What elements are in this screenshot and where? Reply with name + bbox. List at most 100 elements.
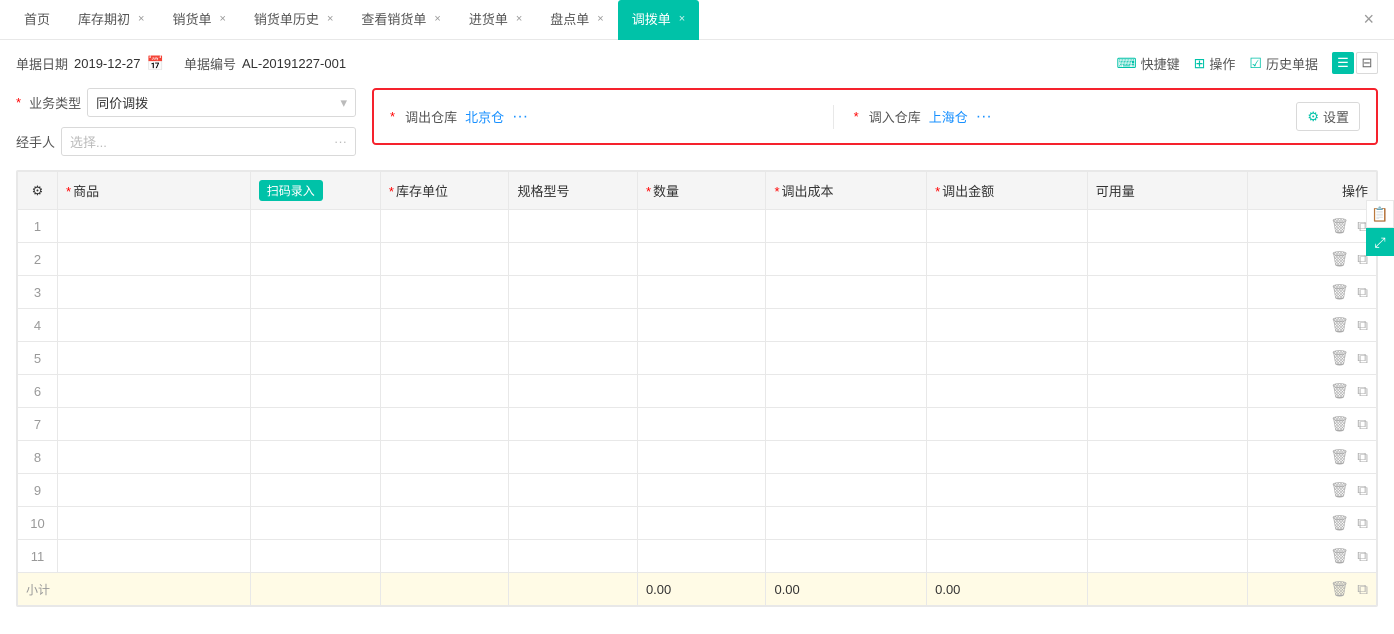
- tab-close-sales-order[interactable]: ×: [219, 13, 225, 25]
- row-spec[interactable]: [509, 474, 638, 507]
- row-cost[interactable]: [766, 276, 927, 309]
- row-product[interactable]: [58, 507, 251, 540]
- row-amount[interactable]: [927, 309, 1088, 342]
- row-cost[interactable]: [766, 507, 927, 540]
- row-product[interactable]: [58, 309, 251, 342]
- scan-button[interactable]: 扫码录入: [259, 180, 323, 201]
- row-product[interactable]: [58, 441, 251, 474]
- tab-close-inventory-check[interactable]: ×: [597, 13, 603, 25]
- row-qty[interactable]: [637, 309, 766, 342]
- layout-grid-button[interactable]: ⊟: [1356, 52, 1378, 74]
- row-amount[interactable]: [927, 210, 1088, 243]
- row-unit[interactable]: [380, 540, 509, 573]
- sidebar-note-button[interactable]: 📋: [1366, 200, 1394, 228]
- delete-icon[interactable]: 🗑: [1330, 382, 1349, 400]
- tab-home[interactable]: 首页: [10, 0, 64, 40]
- row-spec[interactable]: [509, 408, 638, 441]
- row-spec[interactable]: [509, 375, 638, 408]
- person-input[interactable]: 选择... ···: [61, 127, 356, 156]
- row-amount[interactable]: [927, 276, 1088, 309]
- row-qty[interactable]: [637, 342, 766, 375]
- row-product[interactable]: [58, 408, 251, 441]
- row-qty[interactable]: [637, 210, 766, 243]
- row-amount[interactable]: [927, 408, 1088, 441]
- delete-icon[interactable]: 🗑: [1330, 316, 1349, 334]
- subtotal-delete-icon[interactable]: 🗑: [1330, 580, 1349, 598]
- row-amount[interactable]: [927, 342, 1088, 375]
- copy-icon[interactable]: ⧉: [1357, 416, 1368, 433]
- tab-sales-history[interactable]: 销货单历史 ×: [240, 0, 347, 40]
- row-amount[interactable]: [927, 375, 1088, 408]
- layout-list-button[interactable]: ☰: [1332, 52, 1354, 74]
- warehouse-out-more-icon[interactable]: ···: [512, 108, 528, 126]
- row-qty[interactable]: [637, 441, 766, 474]
- row-product[interactable]: [58, 375, 251, 408]
- settings-button[interactable]: ⚙ 设置: [1296, 102, 1360, 131]
- row-amount[interactable]: [927, 540, 1088, 573]
- row-amount[interactable]: [927, 441, 1088, 474]
- row-product[interactable]: [58, 540, 251, 573]
- row-amount[interactable]: [927, 474, 1088, 507]
- row-qty[interactable]: [637, 276, 766, 309]
- row-cost[interactable]: [766, 243, 927, 276]
- row-product[interactable]: [58, 243, 251, 276]
- row-cost[interactable]: [766, 210, 927, 243]
- tab-view-sales[interactable]: 查看销货单 ×: [347, 0, 454, 40]
- delete-icon[interactable]: 🗑: [1330, 514, 1349, 532]
- row-product[interactable]: [58, 276, 251, 309]
- sidebar-expand-button[interactable]: ⤢: [1366, 228, 1394, 256]
- tab-close-purchase[interactable]: ×: [516, 13, 522, 25]
- row-unit[interactable]: [380, 243, 509, 276]
- business-type-input[interactable]: 同价调拨 ▾: [87, 88, 356, 117]
- copy-icon[interactable]: ⧉: [1357, 383, 1368, 400]
- delete-icon[interactable]: 🗑: [1330, 349, 1349, 367]
- row-unit[interactable]: [380, 342, 509, 375]
- row-spec[interactable]: [509, 243, 638, 276]
- tab-transfer[interactable]: 调拨单 ×: [618, 0, 699, 40]
- row-spec[interactable]: [509, 309, 638, 342]
- copy-icon[interactable]: ⧉: [1357, 548, 1368, 565]
- row-cost[interactable]: [766, 441, 927, 474]
- row-spec[interactable]: [509, 342, 638, 375]
- row-unit[interactable]: [380, 441, 509, 474]
- delete-icon[interactable]: 🗑: [1330, 448, 1349, 466]
- row-unit[interactable]: [380, 507, 509, 540]
- th-settings[interactable]: ⚙: [18, 172, 58, 210]
- row-spec[interactable]: [509, 540, 638, 573]
- row-qty[interactable]: [637, 408, 766, 441]
- tab-close-sales-history[interactable]: ×: [327, 13, 333, 25]
- row-qty[interactable]: [637, 540, 766, 573]
- row-product[interactable]: [58, 342, 251, 375]
- row-cost[interactable]: [766, 540, 927, 573]
- row-unit[interactable]: [380, 375, 509, 408]
- row-unit[interactable]: [380, 474, 509, 507]
- row-spec[interactable]: [509, 507, 638, 540]
- row-cost[interactable]: [766, 309, 927, 342]
- row-cost[interactable]: [766, 474, 927, 507]
- copy-icon[interactable]: ⧉: [1357, 284, 1368, 301]
- row-spec[interactable]: [509, 441, 638, 474]
- row-qty[interactable]: [637, 474, 766, 507]
- row-qty[interactable]: [637, 375, 766, 408]
- row-amount[interactable]: [927, 243, 1088, 276]
- row-cost[interactable]: [766, 342, 927, 375]
- tab-close-inventory-init[interactable]: ×: [138, 13, 144, 25]
- delete-icon[interactable]: 🗑: [1330, 415, 1349, 433]
- row-product[interactable]: [58, 474, 251, 507]
- row-cost[interactable]: [766, 375, 927, 408]
- copy-icon[interactable]: ⧉: [1357, 449, 1368, 466]
- tab-close-transfer[interactable]: ×: [679, 13, 685, 25]
- delete-icon[interactable]: 🗑: [1330, 250, 1349, 268]
- delete-icon[interactable]: 🗑: [1330, 481, 1349, 499]
- row-spec[interactable]: [509, 276, 638, 309]
- row-product[interactable]: [58, 210, 251, 243]
- row-cost[interactable]: [766, 408, 927, 441]
- business-type-dropdown-icon[interactable]: ▾: [340, 95, 347, 111]
- delete-icon[interactable]: 🗑: [1330, 283, 1349, 301]
- shortcut-button[interactable]: ⌨ 快捷键: [1116, 54, 1179, 73]
- tab-close-view-sales[interactable]: ×: [434, 13, 440, 25]
- row-unit[interactable]: [380, 210, 509, 243]
- row-unit[interactable]: [380, 309, 509, 342]
- tab-inventory-check[interactable]: 盘点单 ×: [536, 0, 617, 40]
- operation-button[interactable]: ⊞ 操作: [1194, 54, 1236, 73]
